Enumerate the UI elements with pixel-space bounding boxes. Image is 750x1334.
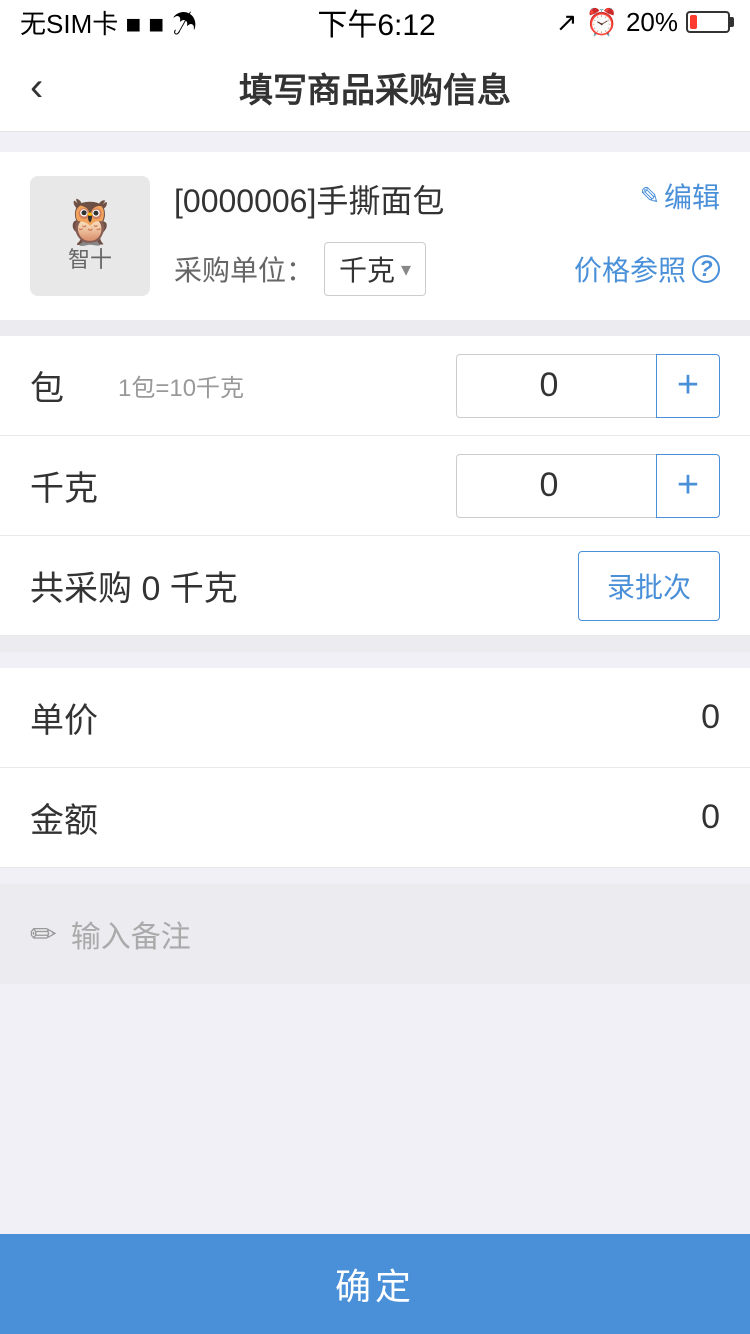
unit-price-label: 单价	[30, 693, 98, 742]
unit-price-value: 0	[701, 698, 720, 737]
unit-dropdown[interactable]: 千克 ▾	[324, 242, 426, 296]
product-info: [0000006]手撕面包 ✎ 编辑 采购单位： 千克 ▾ 价格参照 ?	[174, 176, 720, 296]
bottom-spacer	[0, 984, 750, 1084]
kg-quantity-input[interactable]	[456, 454, 656, 518]
price-ref-label: 价格参照	[574, 249, 686, 289]
status-bar: 无SIM卡 ■ ■ ☂ 下午6:12 ↗ ⏰ 20%	[0, 0, 750, 44]
logo-text: 智十	[68, 249, 112, 271]
battery-icon	[686, 11, 730, 33]
bag-sublabel: 1包=10千克	[118, 368, 244, 403]
section-divider-2	[0, 636, 750, 652]
amount-label: 金额	[30, 793, 98, 842]
pencil-icon: ✏	[30, 915, 57, 953]
page-title: 填写商品采购信息	[239, 63, 511, 112]
bag-quantity-input-group: +	[456, 354, 720, 418]
amount-value: 0	[701, 798, 720, 837]
product-name: [0000006]手撕面包	[174, 176, 444, 222]
owl-icon: 🦉	[63, 201, 118, 245]
status-right: ↗ ⏰ 20%	[556, 7, 730, 38]
bag-quantity-input[interactable]	[456, 354, 656, 418]
dropdown-arrow-icon: ▾	[401, 257, 411, 282]
kg-label: 千克	[30, 461, 110, 510]
unit-price-row: 单价 0	[0, 668, 750, 768]
help-icon: ?	[692, 255, 720, 283]
battery-percent: 20%	[626, 7, 678, 38]
kg-quantity-input-group: +	[456, 454, 720, 518]
note-section[interactable]: ✏ 输入备注	[0, 884, 750, 984]
edit-button[interactable]: ✎ 编辑	[640, 176, 720, 216]
time-text: 下午6:12	[317, 0, 435, 44]
product-card: 🦉 智十 [0000006]手撕面包 ✎ 编辑 采购单位： 千克 ▾ 价格参照	[0, 152, 750, 320]
amount-row: 金额 0	[0, 768, 750, 868]
input-section: 包 1包=10千克 + 千克 +	[0, 336, 750, 536]
edit-label: 编辑	[664, 176, 720, 216]
section-divider-1	[0, 320, 750, 336]
unit-value: 千克	[339, 249, 395, 289]
alarm-icon: ⏰	[586, 7, 618, 38]
unit-selector-group: 采购单位： 千克 ▾	[174, 242, 426, 296]
total-row: 共采购 0 千克 录批次	[0, 536, 750, 636]
confirm-button[interactable]: 确定	[0, 1234, 750, 1334]
total-purchase-text: 共采购 0 千克	[30, 561, 238, 610]
note-placeholder-text: 输入备注	[71, 912, 191, 956]
bag-label: 包	[30, 361, 110, 410]
kg-input-row: 千克 +	[0, 436, 750, 536]
back-button[interactable]: ‹	[20, 55, 53, 120]
edit-icon: ✎	[640, 182, 660, 211]
product-logo: 🦉 智十	[63, 201, 118, 271]
product-id: [0000006]	[174, 183, 316, 219]
product-title: 手撕面包	[316, 183, 444, 219]
price-reference-button[interactable]: 价格参照 ?	[574, 249, 720, 289]
nav-bar: ‹ 填写商品采购信息	[0, 44, 750, 132]
purchase-unit-row: 采购单位： 千克 ▾ 价格参照 ?	[174, 242, 720, 296]
batch-record-button[interactable]: 录批次	[578, 551, 720, 621]
product-name-row: [0000006]手撕面包 ✎ 编辑	[174, 176, 720, 222]
bag-plus-button[interactable]: +	[656, 354, 720, 418]
pricing-section: 单价 0 金额 0	[0, 668, 750, 868]
purchase-unit-label: 采购单位：	[174, 249, 314, 289]
bag-input-row: 包 1包=10千克 +	[0, 336, 750, 436]
kg-plus-button[interactable]: +	[656, 454, 720, 518]
location-icon: ↗	[556, 7, 578, 38]
product-thumbnail: 🦉 智十	[30, 176, 150, 296]
carrier-text: 无SIM卡 ■ ■ ☂	[20, 4, 197, 41]
